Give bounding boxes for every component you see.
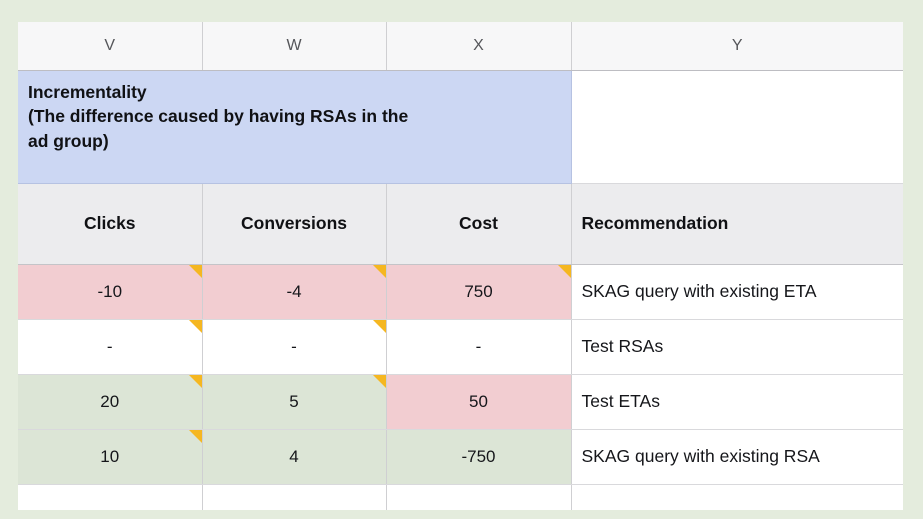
comment-flag-icon <box>188 374 202 388</box>
cell-cost-empty[interactable] <box>386 484 572 510</box>
cell-recommendation[interactable]: Test ETAs <box>571 374 903 430</box>
column-letter-w: W <box>286 36 302 54</box>
column-header-w[interactable]: W <box>202 22 387 71</box>
cell-cost[interactable]: -750 <box>386 429 572 485</box>
header-cell-conversions[interactable]: Conversions <box>202 183 387 265</box>
cell-value-cost: - <box>475 336 482 356</box>
cell-cost[interactable]: - <box>386 319 572 375</box>
comment-flag-icon <box>188 429 202 443</box>
column-letter-v: V <box>104 36 116 54</box>
table-row: 20 5 50 Test ETAs <box>18 374 903 430</box>
column-letter-x: X <box>473 36 484 54</box>
table-row: - - - Test RSAs <box>18 319 903 375</box>
cell-value-recommendation: SKAG query with existing ETA <box>581 281 817 301</box>
cell-clicks[interactable]: 10 <box>18 429 203 485</box>
header-label-conversions: Conversions <box>241 213 347 233</box>
header-cell-recommendation[interactable]: Recommendation <box>571 183 903 265</box>
column-header-y[interactable]: Y <box>571 22 903 71</box>
cell-value-clicks: 10 <box>100 446 120 466</box>
table-row: -10 -4 750 SKAG query with existing ETA <box>18 264 903 320</box>
cell-recommendation[interactable]: SKAG query with existing RSA <box>571 429 903 485</box>
header-cell-cost[interactable]: Cost <box>386 183 572 265</box>
cell-value-clicks: - <box>106 336 113 356</box>
column-header-v[interactable]: V <box>18 22 203 71</box>
incrementality-title-cell[interactable]: Incrementality (The difference caused by… <box>18 70 572 184</box>
column-letter-row: V W X Y <box>18 22 903 71</box>
table-row-partial <box>18 484 903 510</box>
incrementality-title-line-2: (The difference caused by having RSAs in… <box>28 106 409 127</box>
header-cell-clicks[interactable]: Clicks <box>18 183 203 265</box>
cell-conversions-empty[interactable] <box>202 484 387 510</box>
cell-value-recommendation: Test RSAs <box>581 336 664 356</box>
column-label-row: Clicks Conversions Cost Recommendation <box>18 183 903 265</box>
cell-conversions[interactable]: 4 <box>202 429 387 485</box>
cell-value-conversions: 4 <box>289 446 299 466</box>
cell-recommendation[interactable]: SKAG query with existing ETA <box>571 264 903 320</box>
cell-value-clicks: 20 <box>100 391 120 411</box>
cell-recommendation-empty[interactable] <box>571 484 903 510</box>
incrementality-title-line-1: Incrementality <box>28 81 147 102</box>
header-label-clicks: Clicks <box>83 213 136 233</box>
comment-flag-icon <box>188 319 202 333</box>
comment-flag-icon <box>372 374 386 388</box>
cell-recommendation[interactable]: Test RSAs <box>571 319 903 375</box>
empty-banner-cell-y[interactable] <box>571 70 903 184</box>
column-header-x[interactable]: X <box>386 22 572 71</box>
comment-flag-icon <box>372 264 386 278</box>
cell-value-cost: -750 <box>461 446 496 466</box>
header-label-recommendation: Recommendation <box>581 213 729 233</box>
cell-value-conversions: - <box>291 336 297 356</box>
comment-flag-icon <box>372 319 386 333</box>
column-letter-y: Y <box>731 36 743 54</box>
cell-value-cost: 50 <box>469 391 488 411</box>
cell-value-conversions: 5 <box>289 391 299 411</box>
cell-value-conversions: -4 <box>286 281 302 301</box>
table-row: 10 4 -750 SKAG query with existing RSA <box>18 429 903 485</box>
header-label-cost: Cost <box>459 213 498 233</box>
cell-value-clicks: -10 <box>97 281 123 301</box>
cell-conversions[interactable]: 5 <box>202 374 387 430</box>
spreadsheet-viewport[interactable]: V W X Y Incrementality (The difference c… <box>18 22 903 510</box>
cell-cost[interactable]: 750 <box>386 264 572 320</box>
merged-title-row: Incrementality (The difference caused by… <box>18 70 903 184</box>
cell-value-cost: 750 <box>464 281 493 301</box>
cell-conversions[interactable]: -4 <box>202 264 387 320</box>
cell-conversions[interactable]: - <box>202 319 387 375</box>
cell-clicks[interactable]: - <box>18 319 203 375</box>
spreadsheet-grid: V W X Y Incrementality (The difference c… <box>18 22 903 510</box>
cell-cost[interactable]: 50 <box>386 374 572 430</box>
comment-flag-icon <box>188 264 202 278</box>
cell-clicks-empty[interactable] <box>18 484 203 510</box>
cell-value-recommendation: Test ETAs <box>581 391 660 411</box>
cell-clicks[interactable]: 20 <box>18 374 203 430</box>
cell-value-recommendation: SKAG query with existing RSA <box>581 446 820 466</box>
cell-clicks[interactable]: -10 <box>18 264 203 320</box>
comment-flag-icon <box>557 264 571 278</box>
incrementality-title-line-3: ad group) <box>28 131 109 152</box>
